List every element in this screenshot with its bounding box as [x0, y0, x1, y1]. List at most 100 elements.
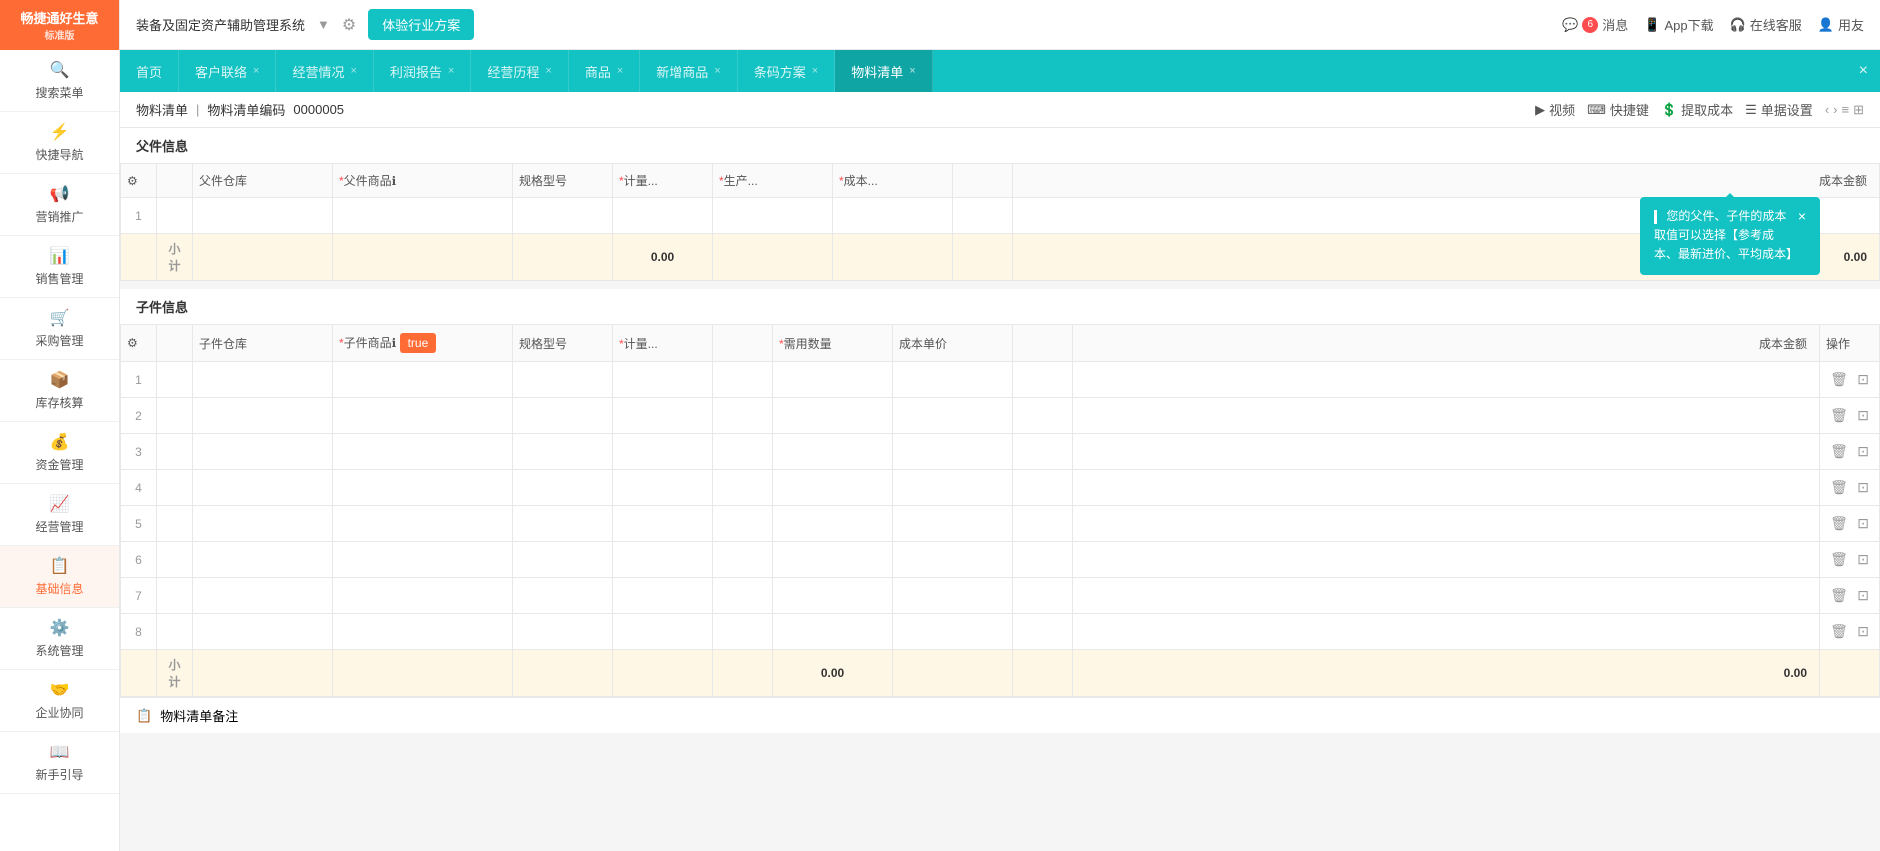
settings-icon[interactable]: ⚙	[342, 15, 356, 35]
tab-barcode[interactable]: 条码方案 ×	[738, 50, 835, 92]
child-row-warehouse[interactable]	[193, 542, 333, 578]
copy-icon[interactable]: ⊡	[1857, 551, 1869, 567]
sidebar-item-purchase[interactable]: 🛒 采购管理	[0, 298, 119, 360]
sidebar-item-sales[interactable]: 📊 销售管理	[0, 236, 119, 298]
child-row-product[interactable]	[333, 398, 513, 434]
copy-icon[interactable]: ⊡	[1857, 371, 1869, 387]
tab-close-icon[interactable]: ×	[448, 65, 454, 77]
parent-col-settings[interactable]: ⚙	[121, 164, 157, 198]
tab-close-icon[interactable]: ×	[253, 65, 259, 77]
child-row-unit-price[interactable]	[893, 434, 1013, 470]
child-row-warehouse[interactable]	[193, 614, 333, 650]
child-row-product[interactable]	[333, 578, 513, 614]
shortcut-action[interactable]: ⌨ 快捷键	[1587, 100, 1649, 119]
tab-close-icon[interactable]: ×	[350, 65, 356, 77]
dropdown-arrow-icon[interactable]: ▼	[317, 17, 330, 32]
trial-button[interactable]: 体验行业方案	[368, 9, 474, 40]
child-row-unit-price[interactable]	[893, 398, 1013, 434]
tab-customer[interactable]: 客户联络 ×	[179, 50, 276, 92]
child-row-spec[interactable]	[513, 470, 613, 506]
child-row-qty[interactable]	[773, 470, 893, 506]
child-row-product[interactable]	[333, 362, 513, 398]
sidebar-item-system[interactable]: ⚙️ 系统管理	[0, 608, 119, 670]
child-row-spec[interactable]	[513, 614, 613, 650]
tab-close-icon[interactable]: ×	[909, 65, 915, 77]
tab-history[interactable]: 经营历程 ×	[471, 50, 568, 92]
tab-profit[interactable]: 利润报告 ×	[374, 50, 471, 92]
child-row-qty[interactable]	[773, 614, 893, 650]
child-row-warehouse[interactable]	[193, 398, 333, 434]
parent-row-cost[interactable]	[833, 198, 953, 234]
list-icon[interactable]: ≡	[1842, 102, 1850, 117]
tab-operation[interactable]: 经营情况 ×	[276, 50, 373, 92]
child-row-warehouse[interactable]	[193, 434, 333, 470]
doc-settings-action[interactable]: ☰ 单据设置	[1745, 100, 1813, 119]
child-row-qty[interactable]	[773, 578, 893, 614]
sidebar-item-search[interactable]: 🔍 搜索菜单	[0, 50, 119, 112]
child-row-unit-price[interactable]	[893, 542, 1013, 578]
child-row-unit[interactable]	[613, 506, 713, 542]
child-row-qty[interactable]	[773, 542, 893, 578]
sidebar-item-marketing[interactable]: 📢 营销推广	[0, 174, 119, 236]
sidebar-item-guide[interactable]: 📖 新手引导	[0, 732, 119, 794]
sidebar-item-finance[interactable]: 💰 资金管理	[0, 422, 119, 484]
online-service-item[interactable]: 🎧 在线客服	[1730, 15, 1802, 34]
child-row-unit[interactable]	[613, 542, 713, 578]
sidebar-item-enterprise[interactable]: 🤝 企业协同	[0, 670, 119, 732]
message-item[interactable]: 💬 6 消息	[1562, 15, 1628, 34]
child-row-spec[interactable]	[513, 506, 613, 542]
child-row-product[interactable]	[333, 470, 513, 506]
delete-icon[interactable]: 🗑	[1830, 551, 1848, 567]
child-row-qty[interactable]	[773, 434, 893, 470]
delete-icon[interactable]: 🗑	[1830, 515, 1848, 531]
delete-icon[interactable]: 🗑	[1830, 623, 1848, 639]
copy-icon[interactable]: ⊡	[1857, 479, 1869, 495]
scan-btn[interactable]: true	[400, 333, 437, 353]
child-row-product[interactable]	[333, 542, 513, 578]
child-row-spec[interactable]	[513, 398, 613, 434]
tab-close-icon[interactable]: ×	[545, 65, 551, 77]
delete-icon[interactable]: 🗑	[1830, 407, 1848, 423]
next-icon[interactable]: ›	[1833, 102, 1837, 117]
tab-close-icon[interactable]: ×	[617, 65, 623, 77]
child-row-unit[interactable]	[613, 614, 713, 650]
child-row-unit[interactable]	[613, 578, 713, 614]
tab-products[interactable]: 商品 ×	[569, 50, 640, 92]
tab-close-all-icon[interactable]: ×	[1847, 62, 1880, 80]
child-row-unit[interactable]	[613, 398, 713, 434]
sidebar-item-inventory[interactable]: 📦 库存核算	[0, 360, 119, 422]
child-row-product[interactable]	[333, 434, 513, 470]
tab-new-product[interactable]: 新增商品 ×	[640, 50, 737, 92]
grid-icon[interactable]: ⊞	[1853, 102, 1864, 118]
child-row-unit[interactable]	[613, 470, 713, 506]
child-row-product[interactable]	[333, 506, 513, 542]
copy-icon[interactable]: ⊡	[1857, 515, 1869, 531]
copy-icon[interactable]: ⊡	[1857, 623, 1869, 639]
sidebar-item-management[interactable]: 📈 经营管理	[0, 484, 119, 546]
child-row-spec[interactable]	[513, 578, 613, 614]
child-row-unit-price[interactable]	[893, 614, 1013, 650]
extract-cost-action[interactable]: 💲 提取成本	[1661, 100, 1733, 119]
copy-icon[interactable]: ⊡	[1857, 443, 1869, 459]
delete-icon[interactable]: 🗑	[1830, 443, 1848, 459]
child-row-spec[interactable]	[513, 434, 613, 470]
tab-home[interactable]: 首页	[120, 50, 179, 92]
app-download-item[interactable]: 📱 App下载	[1644, 15, 1713, 34]
child-row-qty[interactable]	[773, 506, 893, 542]
child-row-unit-price[interactable]	[893, 362, 1013, 398]
delete-icon[interactable]: 🗑	[1830, 587, 1848, 603]
tab-close-icon[interactable]: ×	[714, 65, 720, 77]
tab-close-icon[interactable]: ×	[812, 65, 818, 77]
sidebar-item-quicknav[interactable]: ⚡ 快捷导航	[0, 112, 119, 174]
child-row-unit[interactable]	[613, 362, 713, 398]
user-item[interactable]: 👤 用友	[1818, 15, 1864, 34]
tooltip-close-icon[interactable]: ×	[1798, 205, 1806, 227]
child-col-settings[interactable]: ⚙	[121, 325, 157, 362]
child-row-spec[interactable]	[513, 542, 613, 578]
parent-row-product[interactable]	[333, 198, 513, 234]
child-row-unit-price[interactable]	[893, 470, 1013, 506]
child-row-warehouse[interactable]	[193, 506, 333, 542]
delete-icon[interactable]: 🗑	[1830, 371, 1848, 387]
tab-bom[interactable]: 物料清单 ×	[835, 50, 932, 92]
child-row-qty[interactable]	[773, 362, 893, 398]
